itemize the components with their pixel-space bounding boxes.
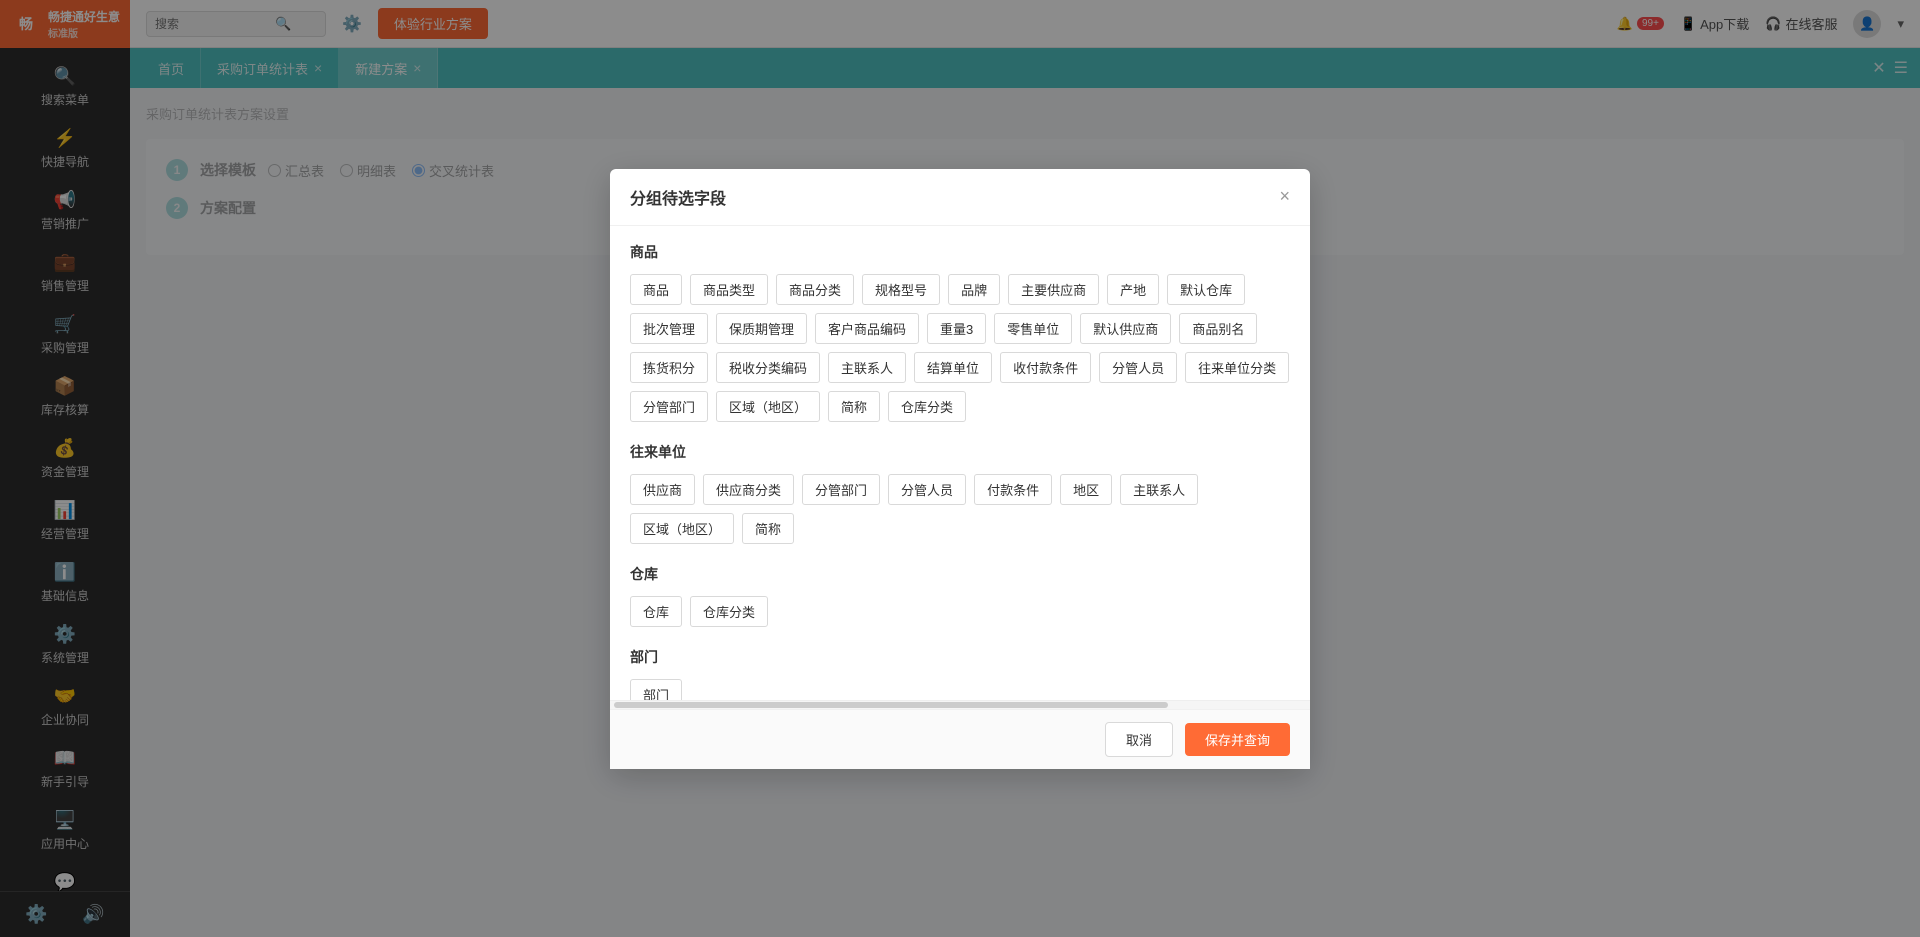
- field-tag[interactable]: 主联系人: [1120, 474, 1198, 505]
- field-tag[interactable]: 简称: [742, 513, 794, 544]
- modal-footer: 取消 保存并查询: [610, 709, 1310, 769]
- field-tag[interactable]: 地区: [1060, 474, 1112, 505]
- field-section-warehouse: 仓库仓库仓库分类: [630, 564, 1290, 627]
- field-tag[interactable]: 税收分类编码: [716, 352, 820, 383]
- field-tag[interactable]: 简称: [828, 391, 880, 422]
- field-tag[interactable]: 区域（地区）: [630, 513, 734, 544]
- field-tag[interactable]: 默认仓库: [1167, 274, 1245, 305]
- modal-hscroll[interactable]: [610, 700, 1310, 708]
- field-tag[interactable]: 主要供应商: [1008, 274, 1099, 305]
- field-tag[interactable]: 批次管理: [630, 313, 708, 344]
- field-tag[interactable]: 分管部门: [802, 474, 880, 505]
- field-tag[interactable]: 供应商: [630, 474, 695, 505]
- section-title-warehouse: 仓库: [630, 564, 1290, 584]
- field-tag[interactable]: 产地: [1107, 274, 1159, 305]
- field-tag[interactable]: 付款条件: [974, 474, 1052, 505]
- field-tag[interactable]: 拣货积分: [630, 352, 708, 383]
- field-tag[interactable]: 重量3: [927, 313, 986, 344]
- field-tag[interactable]: 商品类型: [690, 274, 768, 305]
- save-button[interactable]: 保存并查询: [1185, 723, 1290, 756]
- field-section-partner: 往来单位供应商供应商分类分管部门分管人员付款条件地区主联系人区域（地区） 简称: [630, 442, 1290, 544]
- field-tag[interactable]: 仓库分类: [690, 596, 768, 627]
- field-tags-warehouse: 仓库仓库分类: [630, 596, 1290, 627]
- section-title-department: 部门: [630, 647, 1290, 667]
- field-section-goods: 商品商品商品类型商品分类规格型号品牌主要供应商产地默认仓库批次管理保质期管理客户…: [630, 242, 1290, 422]
- section-title-goods: 商品: [630, 242, 1290, 262]
- field-tag[interactable]: 仓库分类: [888, 391, 966, 422]
- field-tag[interactable]: 区域（地区）: [716, 391, 820, 422]
- field-tag[interactable]: 零售单位: [994, 313, 1072, 344]
- field-tag[interactable]: 部门: [630, 679, 682, 701]
- field-tag[interactable]: 收付款条件: [1000, 352, 1091, 383]
- field-tag[interactable]: 商品分类: [776, 274, 854, 305]
- modal-overlay: 分组待选字段 × 商品商品商品类型商品分类规格型号品牌主要供应商产地默认仓库批次…: [0, 0, 1920, 937]
- cancel-button[interactable]: 取消: [1105, 722, 1173, 757]
- hscroll-bar: [614, 702, 1168, 708]
- field-tag[interactable]: 结算单位: [914, 352, 992, 383]
- field-tag[interactable]: 规格型号: [862, 274, 940, 305]
- field-tag[interactable]: 往来单位分类: [1185, 352, 1289, 383]
- field-tags-partner: 供应商供应商分类分管部门分管人员付款条件地区主联系人区域（地区） 简称: [630, 474, 1290, 544]
- field-tag[interactable]: 商品别名: [1179, 313, 1257, 344]
- field-tag[interactable]: 分管人员: [1099, 352, 1177, 383]
- modal-header: 分组待选字段 ×: [610, 169, 1310, 226]
- field-tags-goods: 商品商品类型商品分类规格型号品牌主要供应商产地默认仓库批次管理保质期管理客户商品…: [630, 274, 1290, 422]
- field-tag[interactable]: 主联系人: [828, 352, 906, 383]
- field-section-department: 部门部门: [630, 647, 1290, 701]
- modal-close-icon[interactable]: ×: [1279, 186, 1290, 207]
- field-tag[interactable]: 仓库: [630, 596, 682, 627]
- field-tag[interactable]: 分管人员: [888, 474, 966, 505]
- field-tags-department: 部门: [630, 679, 1290, 701]
- field-tag[interactable]: 客户商品编码: [815, 313, 919, 344]
- field-tag[interactable]: 保质期管理: [716, 313, 807, 344]
- section-title-partner: 往来单位: [630, 442, 1290, 462]
- field-tag[interactable]: 商品: [630, 274, 682, 305]
- modal-title: 分组待选字段: [630, 185, 726, 209]
- field-tag[interactable]: 默认供应商: [1080, 313, 1171, 344]
- field-tag[interactable]: 品牌: [948, 274, 1000, 305]
- modal: 分组待选字段 × 商品商品商品类型商品分类规格型号品牌主要供应商产地默认仓库批次…: [610, 169, 1310, 769]
- field-tag[interactable]: 分管部门: [630, 391, 708, 422]
- field-tag[interactable]: 供应商分类: [703, 474, 794, 505]
- modal-body: 商品商品商品类型商品分类规格型号品牌主要供应商产地默认仓库批次管理保质期管理客户…: [610, 226, 1310, 701]
